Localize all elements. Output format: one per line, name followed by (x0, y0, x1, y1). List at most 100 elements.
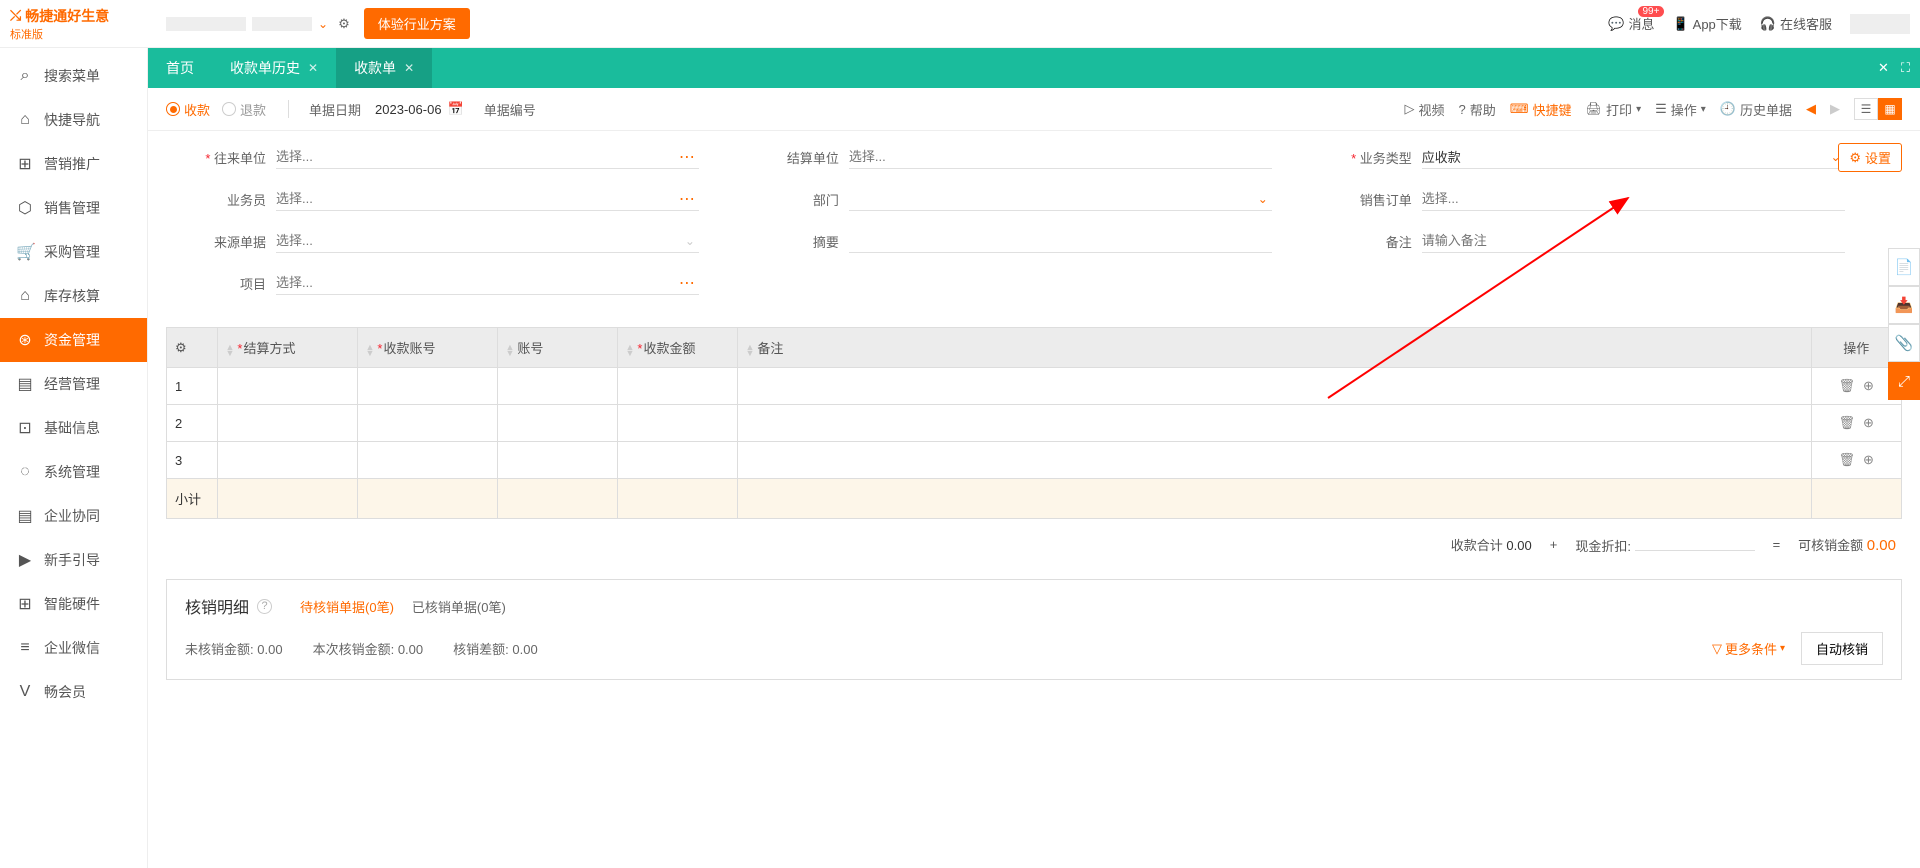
tab-0[interactable]: 首页 (148, 48, 212, 88)
online-service-link[interactable]: 🎧 在线客服 (1760, 14, 1832, 33)
cell-settle-method[interactable] (217, 368, 357, 405)
salesman-input[interactable] (276, 187, 675, 210)
cell-receipt-amount[interactable] (617, 368, 737, 405)
view-grid[interactable]: ▦ (1878, 98, 1902, 120)
settle-unit-input[interactable] (849, 145, 1272, 168)
gear-icon[interactable]: ⚙ (338, 16, 350, 32)
toolbar: 收款 退款 单据日期 2023-06-06 📅 单据编号 (148, 88, 1920, 131)
radio-tuikuan[interactable]: 退款 (222, 100, 266, 119)
experience-button[interactable]: 体验行业方案 (364, 8, 470, 39)
cell-settle-method[interactable] (217, 405, 357, 442)
nav-item-3[interactable]: ⬡销售管理 (0, 186, 147, 230)
video-link[interactable]: ▷视频 (1404, 100, 1444, 119)
operate-button[interactable]: ☰操作▾ (1655, 100, 1706, 119)
table-row[interactable]: 2🗑⊕ (167, 405, 1901, 442)
tenant-selector[interactable]: ⌄ (166, 17, 328, 31)
nav-item-1[interactable]: ⌂快捷导航 (0, 98, 147, 142)
close-icon[interactable]: ✕ (308, 61, 318, 75)
delete-icon[interactable]: 🗑 (1839, 415, 1856, 431)
cell-account-no[interactable] (497, 442, 617, 479)
help-link[interactable]: ?帮助 (1459, 100, 1496, 119)
settings-button[interactable]: ⚙ 设置 (1838, 143, 1902, 172)
user-avatar[interactable] (1850, 14, 1910, 34)
nav-item-11[interactable]: ▶新手引导 (0, 538, 147, 582)
cell-receipt-amount[interactable] (617, 442, 737, 479)
delete-icon[interactable]: 🗑 (1839, 378, 1856, 394)
float-expand-icon[interactable]: ⤢ (1888, 362, 1920, 400)
unit-input[interactable] (276, 145, 675, 168)
shortcut-link[interactable]: ⌨快捷键 (1510, 100, 1572, 119)
delete-icon[interactable]: 🗑 (1839, 452, 1856, 468)
project-input[interactable] (276, 271, 675, 294)
cell-receipt-account[interactable] (357, 405, 497, 442)
source-doc-input[interactable] (276, 229, 681, 252)
nav-item-12[interactable]: ⊞智能硬件 (0, 582, 147, 626)
table-row[interactable]: 3🗑⊕ (167, 442, 1901, 479)
nav-item-6[interactable]: ⊛资金管理 (0, 318, 147, 362)
th-receipt-amount[interactable]: ▲▼收款金额 (617, 328, 737, 368)
tab-2[interactable]: 收款单✕ (336, 48, 432, 88)
cell-account-no[interactable] (497, 368, 617, 405)
view-list[interactable]: ☰ (1854, 98, 1878, 120)
cash-discount-input[interactable] (1635, 533, 1755, 551)
table-row[interactable]: 1🗑⊕ (167, 368, 1901, 405)
tab-1[interactable]: 收款单历史✕ (212, 48, 336, 88)
history-button[interactable]: 🕘历史单据 (1720, 100, 1792, 119)
th-receipt-account[interactable]: ▲▼收款账号 (357, 328, 497, 368)
nav-item-5[interactable]: ⌂库存核算 (0, 274, 147, 318)
th-remark[interactable]: ▲▼备注 (737, 328, 1811, 368)
tab-close-current-icon[interactable]: ✕ (1878, 60, 1889, 76)
cell-account-no[interactable] (497, 405, 617, 442)
nav-item-10[interactable]: ▤企业协同 (0, 494, 147, 538)
summary-input[interactable] (849, 229, 1272, 252)
float-draft-icon[interactable]: 📄 (1888, 248, 1920, 286)
close-icon[interactable]: ✕ (404, 61, 414, 75)
more-icon[interactable]: ⋯ (675, 147, 699, 167)
cell-receipt-account[interactable] (357, 368, 497, 405)
float-attach-icon[interactable]: 📎 (1888, 324, 1920, 362)
float-inbox-icon[interactable]: 📥 (1888, 286, 1920, 324)
remark-input[interactable] (1422, 229, 1845, 252)
radio-shoukuan[interactable]: 收款 (166, 100, 210, 119)
add-row-icon[interactable]: ⊕ (1863, 452, 1874, 468)
nav-item-4[interactable]: 🛒采购管理 (0, 230, 147, 274)
tab-pending-writeoff[interactable]: 待核销单据(0笔) (300, 597, 394, 616)
app-download-link[interactable]: 📱 App下载 (1672, 14, 1741, 33)
cell-remark[interactable] (737, 442, 1811, 479)
more-conditions-link[interactable]: ▽更多条件▾ (1712, 639, 1785, 658)
next-arrow[interactable]: ▶ (1830, 101, 1840, 117)
cell-remark[interactable] (737, 368, 1811, 405)
more-icon[interactable]: ⋯ (675, 189, 699, 209)
nav-item-2[interactable]: ⊞营销推广 (0, 142, 147, 186)
tab-done-writeoff[interactable]: 已核销单据(0笔) (412, 597, 506, 616)
help-icon[interactable]: ? (257, 599, 272, 614)
messages-link[interactable]: 💬 消息 99+ (1608, 14, 1654, 33)
fullscreen-icon[interactable]: ⛶ (1901, 60, 1910, 76)
cell-receipt-account[interactable] (357, 442, 497, 479)
nav-item-9[interactable]: ◌系统管理 (0, 450, 147, 494)
add-row-icon[interactable]: ⊕ (1863, 415, 1874, 431)
th-settle-method[interactable]: ▲▼结算方式 (217, 328, 357, 368)
nav-item-13[interactable]: ≡企业微信 (0, 626, 147, 670)
cell-remark[interactable] (737, 405, 1811, 442)
nav-item-0[interactable]: ⌕搜索菜单 (0, 54, 147, 98)
prev-arrow[interactable]: ◀ (1806, 101, 1816, 117)
add-row-icon[interactable]: ⊕ (1863, 378, 1874, 394)
more-icon[interactable]: ⋯ (675, 273, 699, 293)
print-button[interactable]: 🖨打印▾ (1586, 100, 1642, 119)
nav-item-14[interactable]: V畅会员 (0, 670, 147, 714)
dept-input[interactable] (849, 187, 1254, 210)
sales-order-label: 销售订单 (1312, 190, 1412, 209)
date-picker[interactable]: 2023-06-06 📅 (371, 101, 464, 117)
table-settings-icon[interactable]: ⚙ (167, 328, 217, 368)
auto-writeoff-button[interactable]: 自动核销 (1801, 632, 1883, 665)
chevron-down-icon: ⌄ (318, 17, 328, 31)
sales-order-input[interactable] (1422, 187, 1845, 210)
remark-label: 备注 (1312, 232, 1412, 251)
nav-item-8[interactable]: ⊡基础信息 (0, 406, 147, 450)
biz-type-input[interactable] (1422, 145, 1827, 168)
th-account-no[interactable]: ▲▼账号 (497, 328, 617, 368)
nav-item-7[interactable]: ▤经营管理 (0, 362, 147, 406)
cell-receipt-amount[interactable] (617, 405, 737, 442)
cell-settle-method[interactable] (217, 442, 357, 479)
